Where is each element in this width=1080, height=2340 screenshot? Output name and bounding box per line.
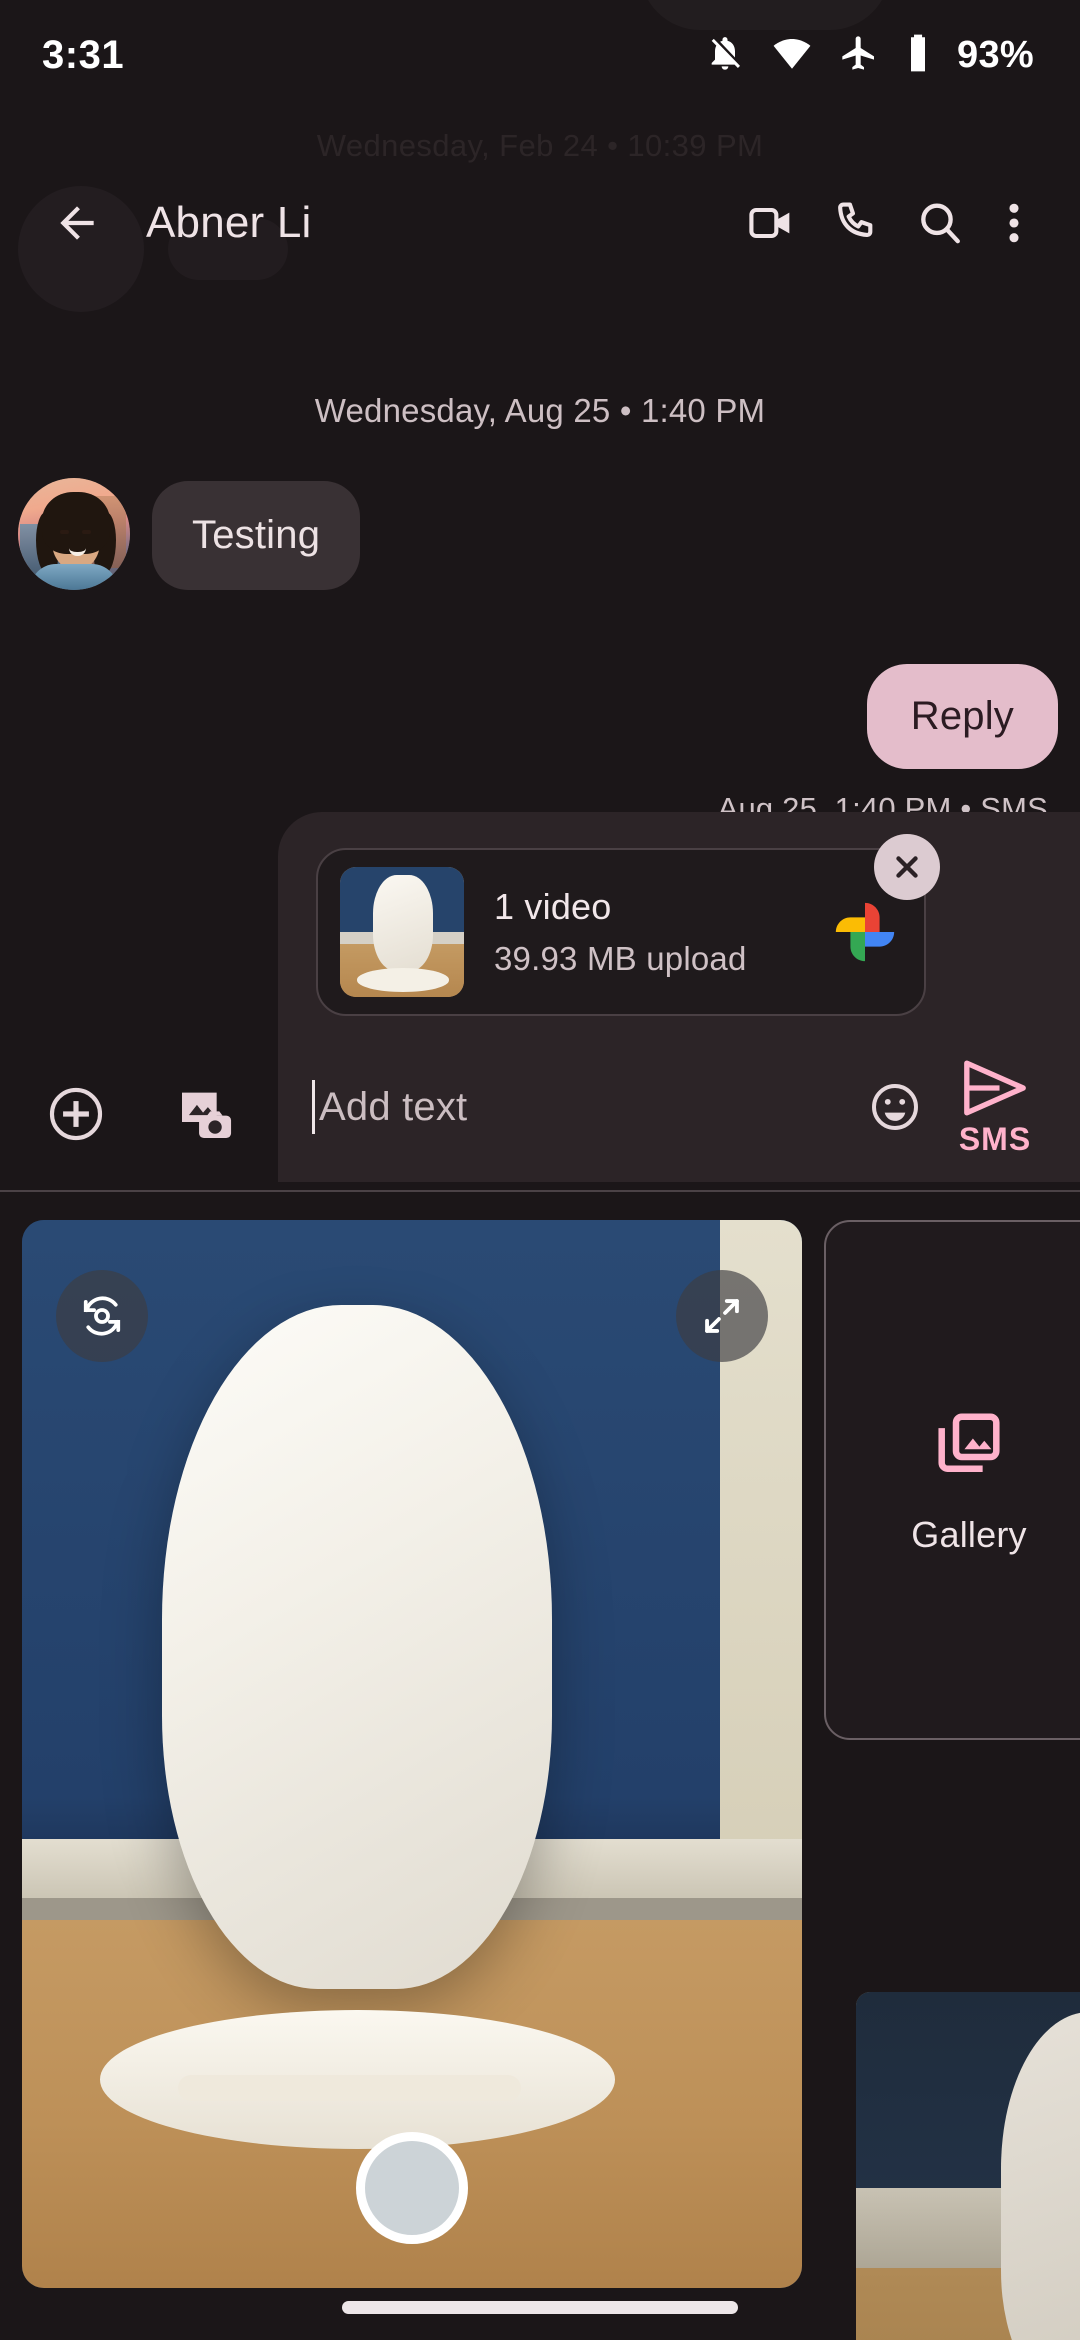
status-bar-icons: 93% xyxy=(705,32,1034,79)
back-button[interactable] xyxy=(40,186,114,260)
attachment-subtitle: 39.93 MB upload xyxy=(494,940,747,977)
camera-preview[interactable] xyxy=(22,1220,802,2288)
airplane-mode-icon xyxy=(839,33,879,78)
message-row-outgoing: Reply xyxy=(0,664,1080,769)
compose-left-actions xyxy=(34,1072,248,1156)
wifi-icon xyxy=(771,32,813,79)
battery-percent-label: 93% xyxy=(957,33,1034,76)
send-button-label: SMS xyxy=(958,1120,1032,1157)
attachment-info: 1 video 39.93 MB upload xyxy=(494,886,830,978)
compose-text-input[interactable]: Add text xyxy=(319,1085,858,1130)
emoji-button[interactable] xyxy=(858,1070,932,1144)
gallery-icon xyxy=(930,1405,1008,1488)
phone-call-button[interactable] xyxy=(814,181,898,265)
attachment-title: 1 video xyxy=(494,886,612,927)
battery-icon xyxy=(905,32,931,79)
google-photos-icon xyxy=(830,897,900,967)
avatar[interactable] xyxy=(18,478,130,590)
phone-screen: Wednesday, Feb 24 • 10:39 PM 3:31 93% Ab… xyxy=(0,0,1080,2340)
expand-camera-button[interactable] xyxy=(676,1270,768,1362)
send-button[interactable]: SMS xyxy=(940,1057,1050,1158)
day-divider: Wednesday, Aug 25 • 1:40 PM xyxy=(314,392,766,429)
compose-panel: 1 video 39.93 MB upload Add text SMS xyxy=(278,812,1080,1182)
text-cursor xyxy=(312,1080,315,1134)
conversation-title: Abner Li xyxy=(146,197,312,247)
attachment-thumbnail[interactable] xyxy=(340,867,464,997)
shutter-button[interactable] xyxy=(356,2132,468,2244)
video-call-button[interactable] xyxy=(730,181,814,265)
app-bar: Abner Li xyxy=(0,150,1080,295)
message-bubble-outgoing[interactable]: Reply xyxy=(866,664,1058,769)
compose-input-row[interactable]: Add text SMS xyxy=(278,1032,1080,1182)
search-button[interactable] xyxy=(898,181,982,265)
gallery-tile[interactable]: Gallery xyxy=(824,1220,1080,1740)
status-bar: 3:31 93% xyxy=(0,0,1080,110)
attachment-card[interactable]: 1 video 39.93 MB upload xyxy=(316,834,940,1016)
status-bar-clock: 3:31 xyxy=(42,32,125,77)
message-row-incoming: Testing xyxy=(0,478,1080,590)
notifications-off-icon xyxy=(705,33,745,78)
camera-tray: Gallery 1 xyxy=(0,1190,1080,2340)
navigation-gesture-bar[interactable] xyxy=(342,2301,738,2314)
gallery-camera-button[interactable] xyxy=(164,1072,248,1156)
message-bubble-incoming[interactable]: Testing xyxy=(152,481,361,590)
add-plus-button[interactable] xyxy=(34,1072,118,1156)
attachment-close-button[interactable] xyxy=(874,834,940,900)
overflow-menu-button[interactable] xyxy=(982,181,1046,265)
flip-camera-button[interactable] xyxy=(56,1270,148,1362)
gallery-thumbnail-selected[interactable]: 1 xyxy=(856,1992,1080,2340)
gallery-tile-label: Gallery xyxy=(911,1513,1027,1555)
